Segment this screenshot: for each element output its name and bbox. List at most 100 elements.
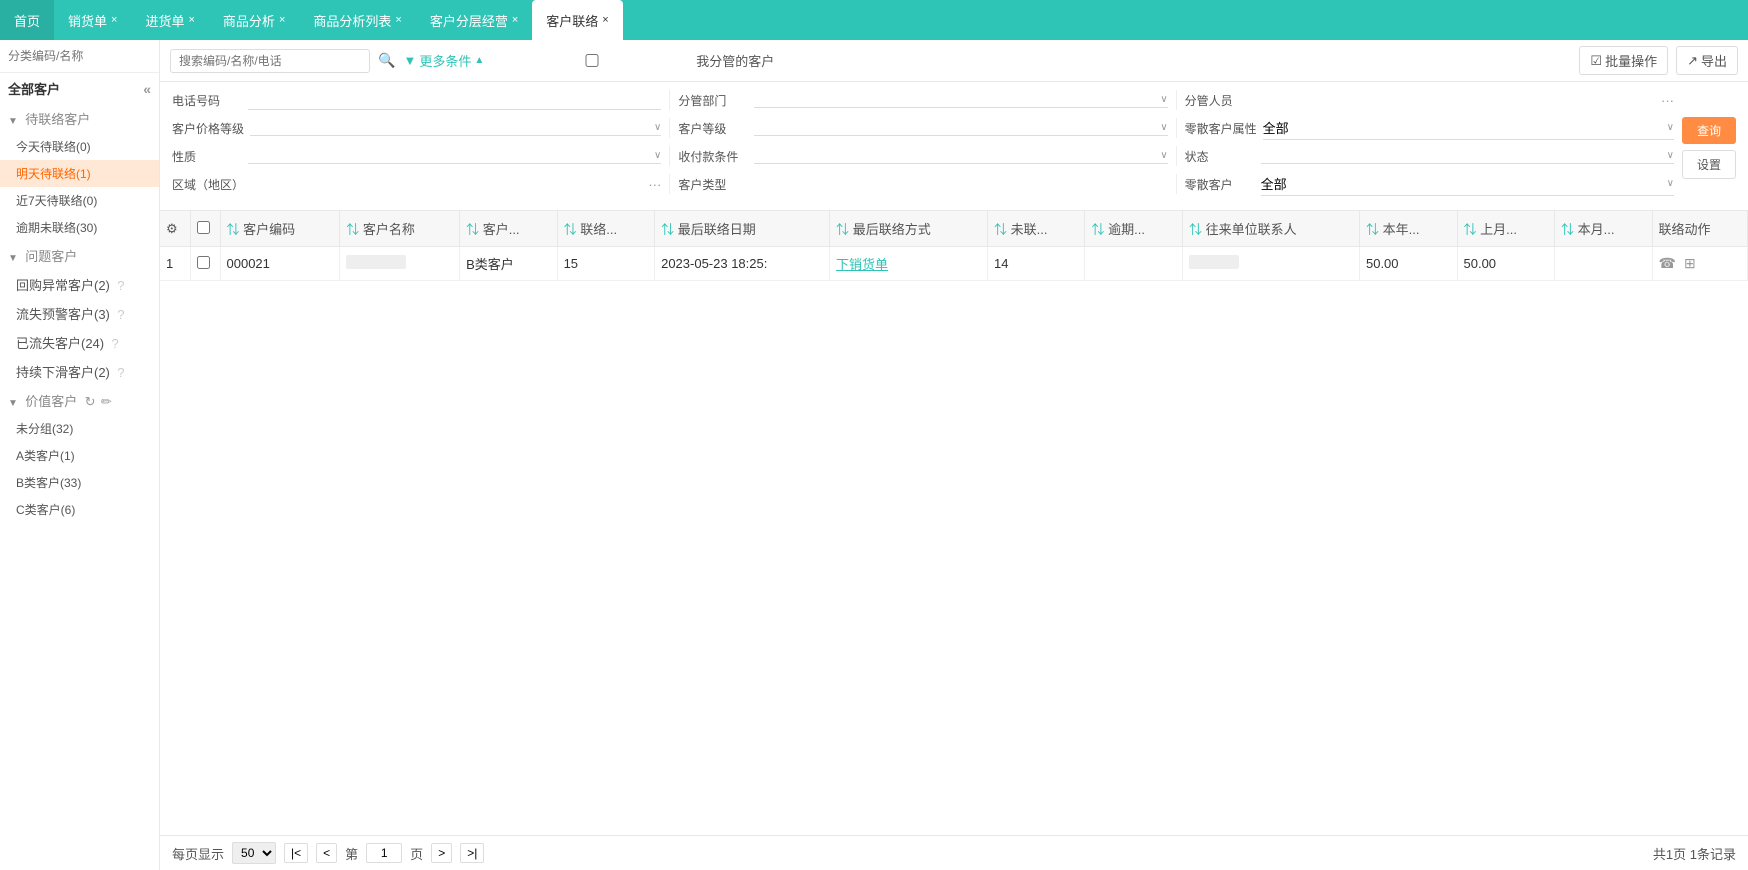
gender-chevron-icon: ∨ <box>654 150 661 161</box>
retail-attr-select[interactable]: 全部 ∨ <box>1263 116 1674 140</box>
sidebar-search-container: 🔍 <box>0 40 159 73</box>
nav-purchase-order[interactable]: 进货单 × <box>131 0 208 40</box>
row-last-method[interactable]: 下销货单 <box>830 247 988 281</box>
sort-icon-11[interactable]: ⇅ <box>1464 222 1477 237</box>
sidebar-item-declining[interactable]: 持续下滑客户(2) ? <box>0 357 159 386</box>
sort-icon-9[interactable]: ⇅ <box>1189 222 1202 237</box>
settings-icon[interactable]: ⚙ <box>166 221 178 236</box>
type-col-header: ⇅ 客户... <box>460 211 558 247</box>
status-filter-cell: 状态 ∨ <box>1185 148 1674 165</box>
checkbox-col-header[interactable] <box>190 211 220 247</box>
settings-col-header[interactable]: ⚙ <box>160 211 190 247</box>
refresh-icon[interactable]: ↻ <box>85 394 96 409</box>
sidebar-item-today-pending[interactable]: 今天待联络(0) <box>0 133 159 160</box>
sidebar-item-ungrouped[interactable]: 未分组(32) <box>0 415 159 442</box>
sidebar-all-customers[interactable]: 全部客户 « <box>0 73 159 104</box>
last-page-btn[interactable]: >| <box>460 843 484 863</box>
prev-page-btn[interactable]: < <box>316 843 337 863</box>
sidebar-item-abnormal-repurchase[interactable]: 回购异常客户(2) ? <box>0 270 159 299</box>
adv-filter-buttons: 查询 设置 <box>1682 90 1736 202</box>
edit-icon[interactable]: ✏ <box>101 394 112 409</box>
more-conditions-btn[interactable]: ▼ 更多条件 ▲ <box>403 51 484 70</box>
status-select[interactable]: ∨ <box>1261 148 1674 164</box>
nav-sales-order[interactable]: 销货单 × <box>54 0 131 40</box>
sidebar-search-input[interactable] <box>8 49 160 63</box>
retail-cust-select[interactable]: 全部 ∨ <box>1261 172 1674 196</box>
close-purchase-order-icon[interactable]: × <box>188 14 194 26</box>
nav-home[interactable]: 首页 <box>0 0 54 40</box>
row-no-contact: 14 <box>987 247 1085 281</box>
name-col-header: ⇅ 客户名称 <box>340 211 460 247</box>
last-method-link[interactable]: 下销货单 <box>836 257 888 272</box>
nav-product-analysis-list[interactable]: 商品分析列表 × <box>299 0 415 40</box>
this-month-col-header: ⇅ 本月... <box>1555 211 1653 247</box>
sidebar-item-class-c[interactable]: C类客户(6) <box>0 496 159 523</box>
person-filter-cell: 分管人员 ··· <box>1185 92 1674 109</box>
region-more-icon[interactable]: ··· <box>648 177 661 192</box>
person-more-icon[interactable]: ··· <box>1661 93 1674 108</box>
sort-icon-3[interactable]: ⇅ <box>466 222 479 237</box>
retail-attr-filter-cell: 零散客户属性 全部 ∨ <box>1185 116 1674 140</box>
phone-input[interactable] <box>248 91 661 110</box>
sort-icon-12[interactable]: ⇅ <box>1561 222 1574 237</box>
search-input[interactable] <box>170 49 370 73</box>
search-icon[interactable]: 🔍 <box>378 52 395 69</box>
phone-filter-cell: 电话号码 <box>172 91 661 110</box>
gender-select[interactable]: ∨ <box>248 148 661 164</box>
select-all-checkbox[interactable] <box>197 221 210 234</box>
help-icon-2[interactable]: ? <box>117 307 124 322</box>
help-icon-3[interactable]: ? <box>111 336 118 351</box>
next-page-btn[interactable]: > <box>431 843 452 863</box>
row-this-year: 50.00 <box>1359 247 1457 281</box>
query-btn[interactable]: 查询 <box>1682 117 1736 144</box>
nav-customer-contact[interactable]: 客户联络 × <box>532 0 622 40</box>
page-size-select[interactable]: 50 <box>232 842 276 864</box>
sort-icon-8[interactable]: ⇅ <box>1091 222 1104 237</box>
sort-icon-5[interactable]: ⇅ <box>661 222 674 237</box>
cust-level-select[interactable]: ∨ <box>754 120 1167 136</box>
sort-icon-6[interactable]: ⇅ <box>836 222 849 237</box>
nav-customer-segmentation[interactable]: 客户分层经营 × <box>416 0 532 40</box>
nav-product-analysis[interactable]: 商品分析 × <box>209 0 299 40</box>
row-checkbox[interactable] <box>197 256 210 269</box>
my-customers-checkbox[interactable] <box>492 54 692 67</box>
last-month-col-header: ⇅ 上月... <box>1457 211 1555 247</box>
collapse-icon[interactable]: « <box>143 81 151 97</box>
gender-filter-cell: 性质 ∨ <box>172 148 661 165</box>
row-index: 1 <box>160 247 190 281</box>
sort-icon-7[interactable]: ⇅ <box>994 222 1007 237</box>
sidebar-item-class-b[interactable]: B类客户(33) <box>0 469 159 496</box>
sidebar-item-class-a[interactable]: A类客户(1) <box>0 442 159 469</box>
payment-select[interactable]: ∨ <box>754 148 1167 164</box>
contact-icon[interactable]: ☎ <box>1659 255 1676 272</box>
close-customer-segmentation-icon[interactable]: × <box>512 14 518 26</box>
sidebar-item-tomorrow-pending[interactable]: 明天待联络(1) <box>0 160 159 187</box>
total-info: 共1页 1条记录 <box>1653 844 1736 863</box>
settings-btn[interactable]: 设置 <box>1682 150 1736 179</box>
close-customer-contact-icon[interactable]: × <box>602 14 608 26</box>
sort-icon-2[interactable]: ⇅ <box>346 222 359 237</box>
sidebar-item-overdue-pending[interactable]: 逾期未联络(30) <box>0 214 159 241</box>
sidebar-item-7day-pending[interactable]: 近7天待联络(0) <box>0 187 159 214</box>
action-col-header: 联络动作 <box>1652 211 1747 247</box>
more-action-icon[interactable]: ⊞ <box>1684 255 1696 272</box>
sidebar-item-churn-warning[interactable]: 流失预警客户(3) ? <box>0 299 159 328</box>
sort-icon[interactable]: ⇅ <box>227 222 240 237</box>
sidebar-item-churned[interactable]: 已流失客户(24) ? <box>0 328 159 357</box>
price-level-select[interactable]: ∨ <box>250 120 661 136</box>
first-page-btn[interactable]: |< <box>284 843 308 863</box>
batch-operation-btn[interactable]: ☑ 批量操作 <box>1579 46 1668 75</box>
help-icon-4[interactable]: ? <box>117 365 124 380</box>
row-checkbox-cell[interactable] <box>190 247 220 281</box>
sort-icon-10[interactable]: ⇅ <box>1366 222 1379 237</box>
export-btn[interactable]: ↗ 导出 <box>1676 46 1738 75</box>
price-level-filter-cell: 客户价格等级 ∨ <box>172 120 661 137</box>
page-number-input[interactable] <box>366 843 402 863</box>
my-customers-checkbox-container[interactable]: 我分管的客户 <box>492 51 774 70</box>
close-sales-order-icon[interactable]: × <box>111 14 117 26</box>
close-product-analysis-list-icon[interactable]: × <box>395 14 401 26</box>
help-icon[interactable]: ? <box>117 278 124 293</box>
dept-select[interactable]: ∨ <box>754 92 1167 108</box>
sort-icon-4[interactable]: ⇅ <box>564 222 577 237</box>
close-product-analysis-icon[interactable]: × <box>279 14 285 26</box>
